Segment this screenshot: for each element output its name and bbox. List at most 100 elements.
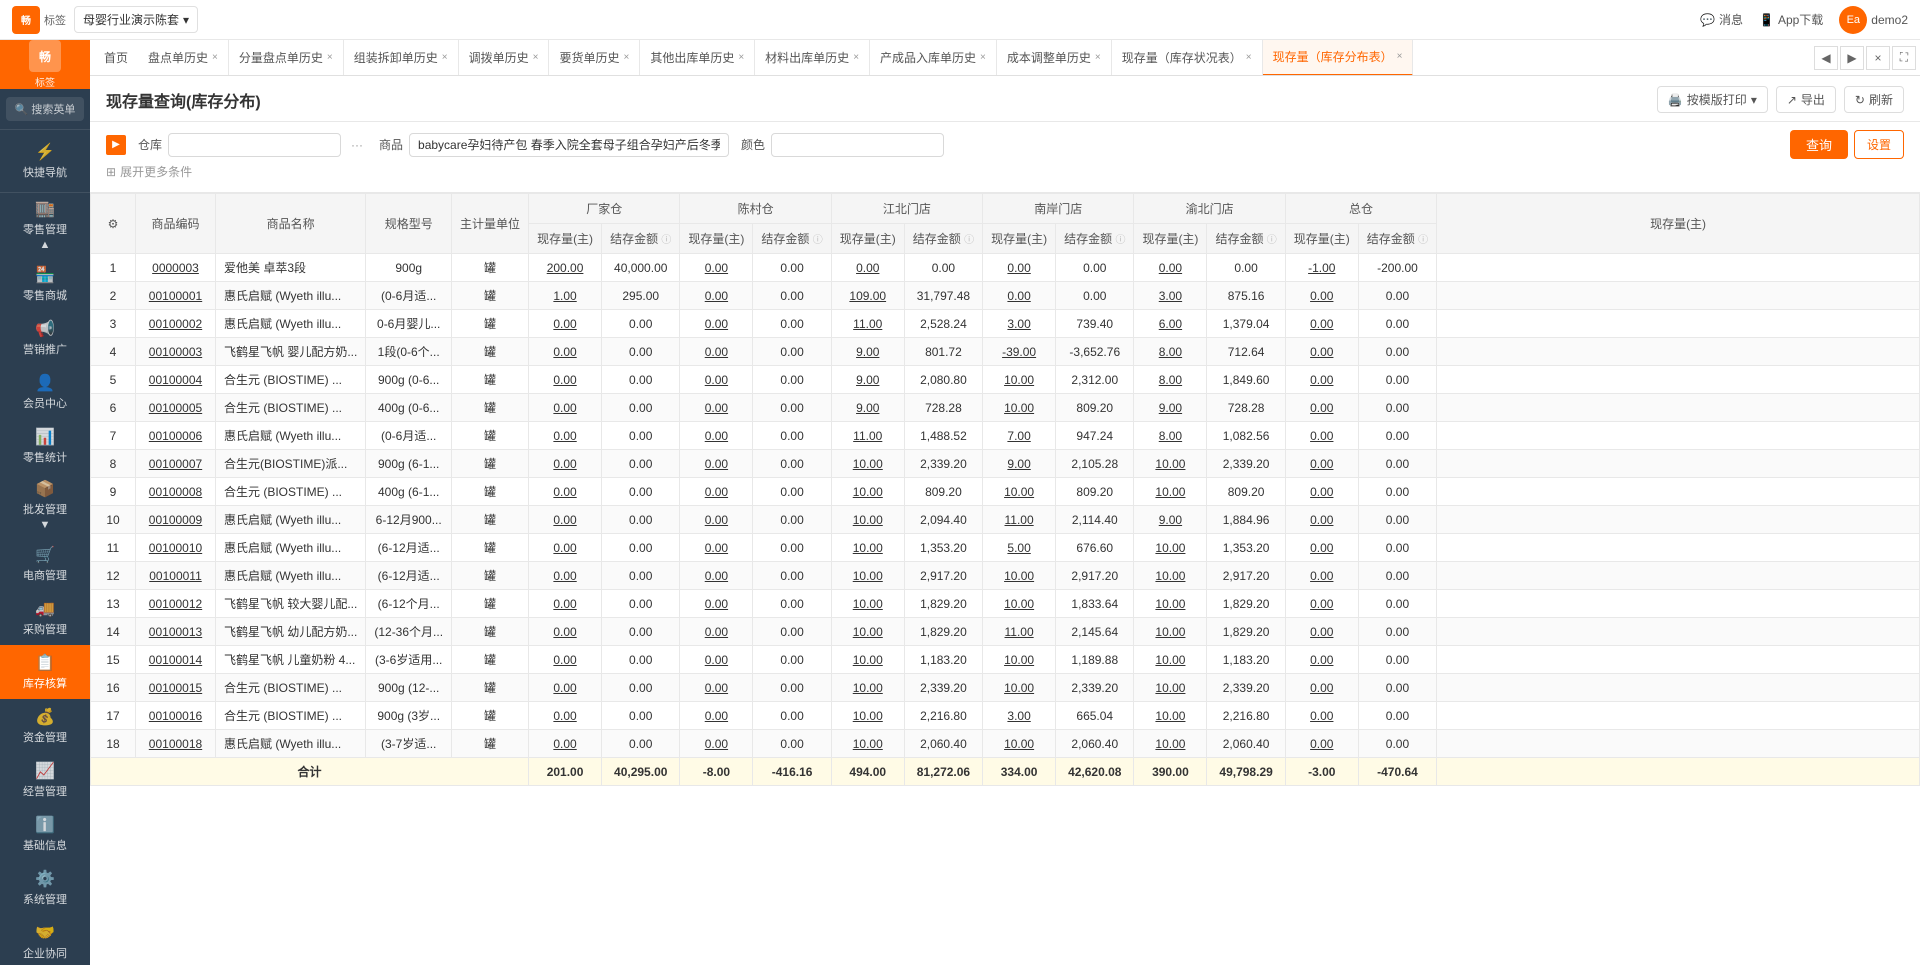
settings-btn[interactable]: 设置 (1854, 130, 1904, 159)
table-cell[interactable]: 3.00 (983, 310, 1056, 338)
table-cell[interactable]: 0.00 (1285, 282, 1358, 310)
settings-gear-icon[interactable]: ⚙ (99, 210, 127, 238)
table-cell[interactable]: 0.00 (1285, 730, 1358, 758)
table-cell[interactable]: 3.00 (983, 702, 1056, 730)
table-cell-code[interactable]: 00100009 (136, 506, 216, 534)
table-cell[interactable]: 8.00 (1134, 338, 1207, 366)
table-cell[interactable]: 10.00 (1134, 590, 1207, 618)
table-cell-code[interactable]: 00100010 (136, 534, 216, 562)
table-cell[interactable]: 0.00 (1285, 674, 1358, 702)
tab-transfer[interactable]: 调拨单历史 × (459, 40, 550, 76)
tab-other-out[interactable]: 其他出库单历史 × (640, 40, 755, 76)
table-cell[interactable]: 0.00 (529, 506, 602, 534)
table-cell[interactable]: 10.00 (831, 702, 904, 730)
tab-close-icon[interactable]: × (327, 52, 333, 63)
table-cell[interactable]: 3.00 (1134, 282, 1207, 310)
table-cell[interactable]: 0.00 (1285, 338, 1358, 366)
table-cell[interactable]: 0.00 (680, 394, 753, 422)
table-cell-code[interactable]: 00100004 (136, 366, 216, 394)
table-cell[interactable]: 0.00 (529, 394, 602, 422)
table-cell[interactable]: 10.00 (831, 506, 904, 534)
table-cell-code[interactable]: 00100005 (136, 394, 216, 422)
table-cell[interactable]: 0.00 (680, 254, 753, 282)
table-cell[interactable]: 0.00 (831, 254, 904, 282)
table-cell[interactable]: 0.00 (529, 478, 602, 506)
table-cell[interactable]: 0.00 (1285, 534, 1358, 562)
tab-close-icon[interactable]: × (623, 52, 629, 63)
table-cell[interactable]: 9.00 (831, 394, 904, 422)
table-cell[interactable]: 0.00 (680, 562, 753, 590)
table-cell[interactable]: 0.00 (1285, 646, 1358, 674)
refresh-btn[interactable]: ↻ 刷新 (1844, 86, 1904, 113)
table-cell[interactable]: 10.00 (1134, 702, 1207, 730)
query-btn[interactable]: 查询 (1790, 130, 1848, 159)
table-cell[interactable]: 0.00 (680, 534, 753, 562)
tab-stock-status[interactable]: 现存量（库存状况表） × (1112, 40, 1263, 76)
sidebar-item-member[interactable]: 👤 会员中心 (0, 365, 90, 419)
table-cell[interactable]: 11.00 (983, 618, 1056, 646)
table-cell[interactable]: 11.00 (983, 506, 1056, 534)
table-cell[interactable]: 0.00 (529, 562, 602, 590)
tab-close-icon[interactable]: × (533, 52, 539, 63)
sidebar-item-enterprise[interactable]: 🤝 企业协同 (0, 915, 90, 965)
table-cell-code[interactable]: 00100002 (136, 310, 216, 338)
user-area[interactable]: Ea demo2 (1839, 6, 1908, 34)
table-cell[interactable]: 0.00 (529, 618, 602, 646)
sidebar-item-inventory[interactable]: 📋 库存核算 (0, 645, 90, 699)
table-cell[interactable]: 10.00 (831, 478, 904, 506)
table-cell[interactable]: 0.00 (680, 506, 753, 534)
table-cell[interactable]: 9.00 (831, 366, 904, 394)
table-cell[interactable]: 10.00 (831, 590, 904, 618)
tab-close-icon[interactable]: × (1095, 52, 1101, 63)
table-cell[interactable]: 0.00 (680, 702, 753, 730)
table-cell[interactable]: 10.00 (831, 730, 904, 758)
table-cell[interactable]: 0.00 (1285, 702, 1358, 730)
tabs-next-btn[interactable]: ▶ (1840, 46, 1864, 70)
table-cell[interactable]: 11.00 (831, 310, 904, 338)
expand-more-btn[interactable]: ⊞ 展开更多条件 (106, 159, 1904, 184)
table-cell-code[interactable]: 00100015 (136, 674, 216, 702)
table-cell[interactable]: 10.00 (983, 562, 1056, 590)
table-cell[interactable]: -1.00 (1285, 254, 1358, 282)
table-cell[interactable]: 0.00 (529, 534, 602, 562)
tab-close-icon[interactable]: × (1246, 52, 1252, 63)
print-btn[interactable]: 🖨️ 按模版打印 ▾ (1657, 86, 1768, 113)
table-cell[interactable]: 10.00 (983, 590, 1056, 618)
table-cell[interactable]: 10.00 (1134, 478, 1207, 506)
table-cell[interactable]: 0.00 (1285, 478, 1358, 506)
table-cell[interactable]: 10.00 (831, 646, 904, 674)
table-cell[interactable]: 0.00 (529, 590, 602, 618)
sidebar-item-system[interactable]: ⚙️ 系统管理 (0, 861, 90, 915)
table-cell-code[interactable]: 00100018 (136, 730, 216, 758)
table-cell-code[interactable]: 00100012 (136, 590, 216, 618)
tab-material-out[interactable]: 材料出库单历史 × (755, 40, 870, 76)
table-cell[interactable]: 0.00 (1285, 310, 1358, 338)
table-cell[interactable]: 10.00 (983, 730, 1056, 758)
table-cell[interactable]: 0.00 (680, 366, 753, 394)
table-cell[interactable]: 5.00 (983, 534, 1056, 562)
table-cell[interactable]: 0.00 (529, 702, 602, 730)
table-cell[interactable]: 0.00 (529, 730, 602, 758)
table-cell[interactable]: 0.00 (680, 338, 753, 366)
table-cell[interactable]: 109.00 (831, 282, 904, 310)
table-cell[interactable]: 11.00 (831, 422, 904, 450)
table-cell[interactable]: 200.00 (529, 254, 602, 282)
table-cell[interactable]: 10.00 (831, 450, 904, 478)
table-cell[interactable]: 0.00 (680, 730, 753, 758)
tab-inventory-count[interactable]: 盘点单历史 × (138, 40, 229, 76)
table-cell[interactable]: 10.00 (983, 478, 1056, 506)
table-cell-code[interactable]: 00100014 (136, 646, 216, 674)
sidebar-item-retail-mgmt[interactable]: 🏬 零售管理 ▲ (0, 193, 90, 257)
table-cell[interactable]: 10.00 (1134, 646, 1207, 674)
tab-close-icon[interactable]: × (212, 52, 218, 63)
sidebar-item-finance[interactable]: 💰 资金管理 (0, 699, 90, 753)
table-cell-code[interactable]: 00100011 (136, 562, 216, 590)
table-cell-code[interactable]: 00100001 (136, 282, 216, 310)
warehouse-more-btn[interactable]: ··· (347, 138, 367, 152)
search-input[interactable]: 🔍 搜索英单 (6, 97, 84, 121)
table-cell[interactable]: 0.00 (1285, 394, 1358, 422)
industry-selector[interactable]: 母婴行业演示陈套 ▾ (74, 6, 198, 33)
sidebar-item-purchase[interactable]: 🚚 采购管理 (0, 591, 90, 645)
table-cell[interactable]: 0.00 (529, 366, 602, 394)
table-cell-code[interactable]: 00100007 (136, 450, 216, 478)
